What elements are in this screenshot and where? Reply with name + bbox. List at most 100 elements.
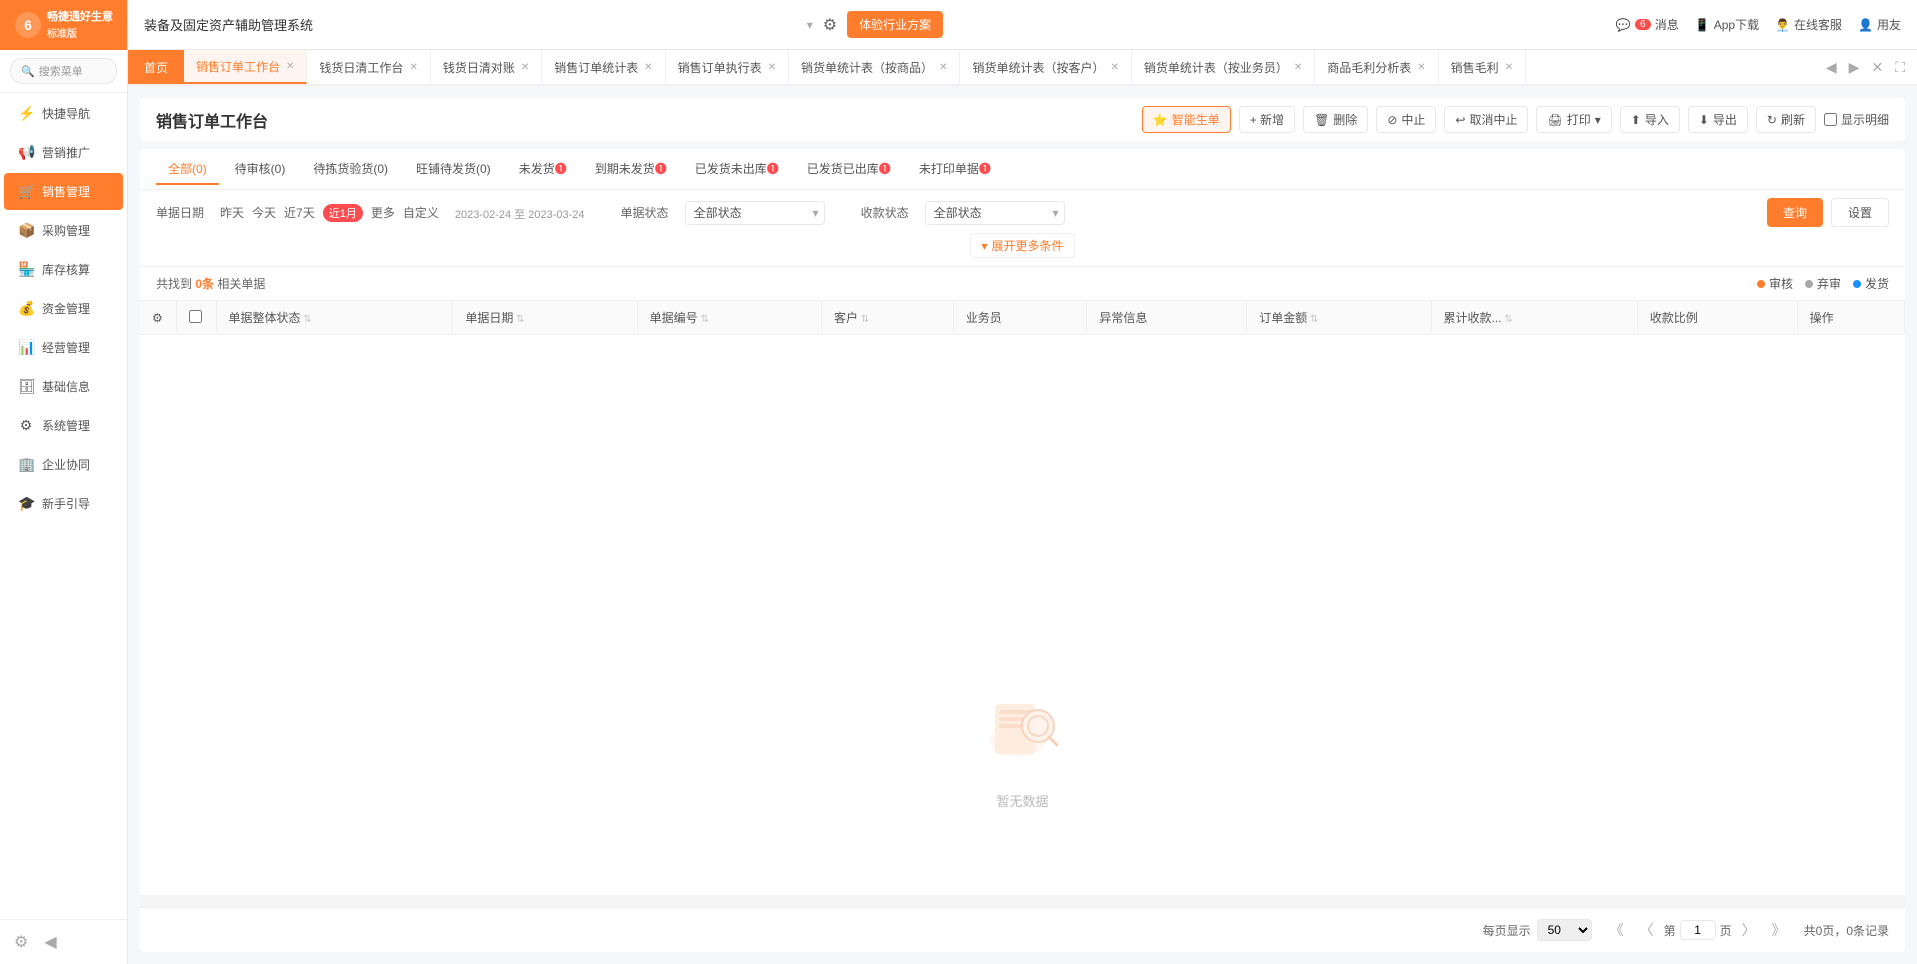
tab-sales-stats[interactable]: 销售订单统计表 ✕ [542,50,665,84]
col-customer[interactable]: 客户 [821,301,953,335]
tab-sales-profit[interactable]: 销售毛利 ✕ [1439,50,1526,84]
date-opt-yesterday[interactable]: 昨天 [220,204,244,221]
filter-tab-expired-not-shipped[interactable]: 到期未发货❶ [583,154,679,185]
date-opt-today[interactable]: 今天 [252,204,276,221]
export-icon: ⬇ [1699,113,1709,127]
tab-close-icon[interactable]: ✕ [768,62,776,73]
sidebar-item-enterprise[interactable]: 🏢 企业协同 [4,446,123,483]
sidebar-item-quick-nav[interactable]: ⚡ 快捷导航 [4,95,123,132]
page-prev-btn[interactable]: 〈 [1634,918,1660,942]
sidebar-item-system[interactable]: ⚙ 系统管理 [4,407,123,444]
expand-conditions-button[interactable]: ▾ 展开更多条件 [970,233,1074,258]
status-select[interactable]: 全部状态 草稿 已提交 已审核 [685,201,825,225]
filter-tab-not-printed[interactable]: 未打印单据❶ [907,154,1003,185]
tab-sales-summary-customer[interactable]: 销货单统计表（按客户） ✕ [960,50,1131,84]
page-next-btn[interactable]: 〉 [1736,918,1762,942]
sidebar-item-guide[interactable]: 🎓 新手引导 [4,485,123,522]
user-menu-btn[interactable]: 👤 用友 [1858,16,1901,33]
tab-cash-daily[interactable]: 钱货日清工作台 ✕ [307,50,430,84]
col-checkbox[interactable] [176,301,216,335]
date-opt-1month[interactable]: 近1月 [323,204,363,222]
filter-tab-shipped-warehoused[interactable]: 已发货已出库❶ [795,154,903,185]
date-opt-custom[interactable]: 自定义 [403,204,439,221]
payment-select-wrap: 全部状态 已收款 部分收款 未收款 [925,201,1065,225]
filter-tab-pending-inspect[interactable]: 待拣货验货(0) [301,154,400,185]
tab-close-all-icon[interactable]: ✕ [1867,57,1887,78]
tab-cash-reconcile[interactable]: 钱货日清对账 ✕ [431,50,542,84]
tab-bar: 首页 销售订单工作台 ✕ 钱货日清工作台 ✕ 钱货日清对账 ✕ 销售订单统计表 … [128,50,1917,86]
print-button[interactable]: 🖨 打印 ▾ [1536,106,1611,133]
tab-close-icon[interactable]: ✕ [409,62,417,73]
cancel-stop-button[interactable]: ↩ 取消中止 [1444,106,1528,133]
sidebar-item-finance[interactable]: 💰 资金管理 [4,290,123,327]
collapse-icon[interactable]: ◀ [40,928,60,956]
col-settings[interactable]: ⚙ [140,301,176,335]
table-scroll-area[interactable]: ⚙ 单据整体状态 单据日期 单据编号 客户 业务员 异常信息 订单金额 [140,301,1905,598]
sidebar-item-purchase[interactable]: 📦 采购管理 [4,212,123,249]
payment-select[interactable]: 全部状态 已收款 部分收款 未收款 [925,201,1065,225]
tab-close-icon[interactable]: ✕ [1294,62,1302,73]
show-detail-checkbox[interactable] [1824,113,1837,126]
tab-next-icon[interactable]: ▶ [1845,57,1864,78]
tab-close-icon[interactable]: ✕ [1110,62,1118,73]
filter-settings-button[interactable]: 设置 [1831,198,1889,227]
page-number-input[interactable] [1680,920,1716,940]
filter-tab-wangpu[interactable]: 旺铺待发货(0) [404,154,503,185]
industry-btn[interactable]: 体验行业方案 [847,11,943,38]
tab-close-icon[interactable]: ✕ [644,62,652,73]
col-date[interactable]: 单据日期 [453,301,637,335]
col-collected[interactable]: 累计收款... [1431,301,1637,335]
sidebar-item-inventory[interactable]: 🏪 库存核算 [4,251,123,288]
page-size-select[interactable]: 10 20 50 100 [1537,919,1592,941]
export-button[interactable]: ⬇ 导出 [1688,106,1748,133]
tab-sales-workbench[interactable]: 销售订单工作台 ✕ [184,50,307,84]
search-menu-button[interactable]: 🔍 搜索菜单 [10,58,117,84]
cancel-review-action-btn[interactable]: 弃审 [1805,275,1841,292]
filter-tab-all[interactable]: 全部(0) [156,154,219,185]
tab-sales-summary-product[interactable]: 销货单统计表（按商品） ✕ [789,50,960,84]
filter-tab-shipped-not-warehoused[interactable]: 已发货未出库❶ [683,154,791,185]
sidebar-item-marketing[interactable]: 📢 营销推广 [4,134,123,171]
tab-close-icon[interactable]: ✕ [939,62,947,73]
tab-close-icon[interactable]: ✕ [521,62,529,73]
tab-close-icon[interactable]: ✕ [286,61,294,72]
filter-tab-pending-review[interactable]: 待审核(0) [223,154,298,185]
tab-expand-icon[interactable]: ⛶ [1891,57,1909,78]
tab-home[interactable]: 首页 [128,50,184,84]
online-service-btn[interactable]: 👨‍💼 在线客服 [1775,16,1842,33]
tab-gross-profit[interactable]: 商品毛利分析表 ✕ [1315,50,1438,84]
horizontal-scrollbar[interactable] [140,895,1905,907]
tab-close-icon[interactable]: ✕ [1505,62,1513,73]
messages-btn[interactable]: 💬 6 消息 [1616,16,1679,33]
tab-sales-summary-staff[interactable]: 销货单统计表（按业务员） ✕ [1132,50,1315,84]
tab-close-icon[interactable]: ✕ [1417,62,1425,73]
import-button[interactable]: ⬆ 导入 [1620,106,1680,133]
stop-button[interactable]: ⊘ 中止 [1376,106,1436,133]
col-amount[interactable]: 订单金额 [1247,301,1431,335]
new-button[interactable]: + 新增 [1239,106,1295,133]
tab-sales-exec[interactable]: 销售订单执行表 ✕ [666,50,789,84]
query-button[interactable]: 查询 [1767,198,1823,227]
date-opt-7days[interactable]: 近7天 [284,204,315,221]
smart-create-button[interactable]: ⭐ 智能生单 [1142,106,1231,133]
dropdown-arrow-icon[interactable]: ▾ [807,18,813,32]
col-number[interactable]: 单据编号 [637,301,821,335]
page-last-btn[interactable]: 》 [1766,918,1792,942]
settings-gear-icon[interactable]: ⚙ [10,928,32,956]
filter-tab-not-shipped[interactable]: 未发货❶ [507,154,579,185]
sidebar-item-operation[interactable]: 📊 经营管理 [4,329,123,366]
show-detail-checkbox-label[interactable]: 显示明细 [1824,111,1889,128]
sidebar-item-sales[interactable]: 🛒 销售管理 [4,173,123,210]
review-action-btn[interactable]: 审核 [1757,275,1793,292]
settings-icon[interactable]: ⚙ [823,15,837,35]
tab-prev-icon[interactable]: ◀ [1822,57,1841,78]
select-all-checkbox[interactable] [189,310,202,323]
app-download-btn[interactable]: 📱 App下载 [1695,16,1759,33]
ship-action-btn[interactable]: 发货 [1853,275,1889,292]
sidebar-item-base[interactable]: 🗄 基础信息 [4,368,123,405]
delete-button[interactable]: 🗑 删除 [1303,106,1368,133]
col-status[interactable]: 单据整体状态 [216,301,453,335]
date-opt-more[interactable]: 更多 [371,204,395,221]
refresh-button[interactable]: ↻ 刷新 [1756,106,1816,133]
page-first-btn[interactable]: 《 [1604,918,1630,942]
